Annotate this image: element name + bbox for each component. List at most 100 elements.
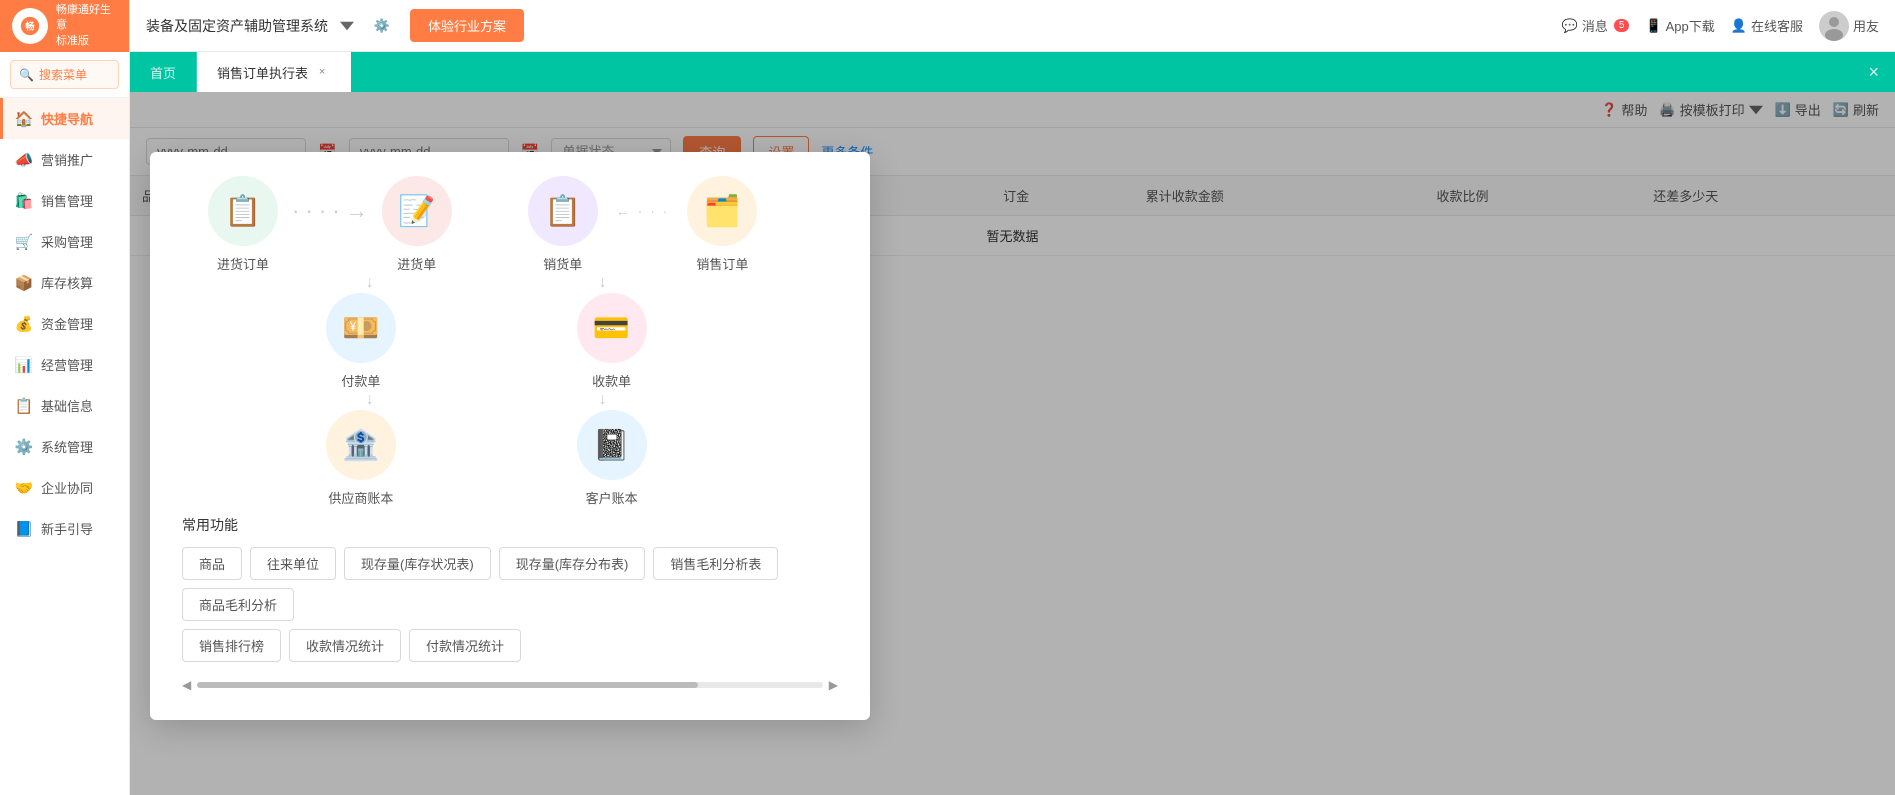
modal-body: 📋 进货订单 · · · · → 📝: [150, 152, 870, 720]
supplier-ledger-label: 供应商账本: [328, 488, 393, 507]
sidebar-item-system[interactable]: ⚙️ 系统管理: [0, 426, 129, 467]
flow-modal: 📋 进货订单 · · · · → 📝: [150, 152, 870, 720]
customer-ledger-circle: 📓: [577, 410, 647, 480]
sidebar-item-marketing-label: 营销推广: [41, 150, 93, 169]
sidebar-item-enterprise[interactable]: 🤝 企业协同: [0, 467, 129, 508]
customer-ledger-label: 客户账本: [586, 488, 638, 507]
func-btn-units[interactable]: 往来单位: [250, 547, 336, 580]
tab-close-icon[interactable]: ×: [314, 64, 330, 80]
online-service-button[interactable]: 👤 在线客服: [1731, 16, 1803, 35]
app-download-label: App下载: [1666, 16, 1715, 35]
payment-node: 💴 付款单: [326, 293, 396, 390]
customer-ledger-node: 📓 客户账本: [577, 410, 647, 507]
topbar-right: 💬 消息 5 📱 App下载 👤 在线客服 用友: [1562, 11, 1879, 41]
func-btn-sales-rank[interactable]: 销售排行榜: [182, 629, 281, 662]
marketing-icon: 📣: [15, 151, 33, 169]
search-menu-label: 搜索菜单: [39, 66, 87, 83]
download-icon: 📱: [1645, 18, 1661, 34]
sidebar-item-newbie-label: 新手引导: [41, 519, 93, 538]
modal-overlay: 📋 进货订单 · · · · → 📝: [130, 92, 1895, 795]
sidebar-item-basic[interactable]: 📋 基础信息: [0, 385, 129, 426]
user-label: 用友: [1853, 16, 1879, 35]
scroll-right-icon[interactable]: ▶: [829, 678, 838, 692]
purchase-order-label: 进货订单: [217, 254, 269, 273]
finance-icon: 💰: [15, 315, 33, 333]
sidebar-search[interactable]: 🔍 搜索菜单: [0, 52, 129, 98]
purchase-bill-node: 📝 进货单: [382, 176, 452, 273]
content-area: ❓ 帮助 🖨️ 按模板打印 ⬇️ 导出 🔄 刷新: [130, 92, 1895, 795]
common-functions: 常用功能 商品 往来单位 现存量(库存状况表) 现存量(库存分布表) 销售毛利分…: [182, 515, 838, 662]
sidebar-item-operation-label: 经营管理: [41, 355, 93, 374]
search-icon: 🔍: [19, 68, 34, 82]
func-btn-goods-margin[interactable]: 商品毛利分析: [182, 588, 294, 621]
user-area[interactable]: 用友: [1819, 11, 1879, 41]
message-icon: 💬: [1562, 18, 1578, 34]
service-icon: 👤: [1731, 18, 1747, 34]
cta-button[interactable]: 体验行业方案: [410, 9, 524, 42]
basic-icon: 📋: [15, 397, 33, 415]
sales-icon: 🛍️: [15, 192, 33, 210]
sidebar-item-inventory[interactable]: 📦 库存核算: [0, 262, 129, 303]
topbar: 装备及固定资产辅助管理系统 ⚙️ 体验行业方案 💬 消息 5 📱 App下载 👤: [130, 0, 1895, 52]
system-icon: ⚙️: [15, 438, 33, 456]
supplier-ledger-node: 🏦 供应商账本: [326, 410, 396, 507]
modal-scrollbar: ◀ ▶: [182, 670, 838, 704]
func-btn-goods[interactable]: 商品: [182, 547, 242, 580]
sidebar-item-marketing[interactable]: 📣 营销推广: [0, 139, 129, 180]
message-button[interactable]: 💬 消息 5: [1562, 16, 1630, 35]
payment-label: 付款单: [341, 371, 380, 390]
payment-circle: 💴: [326, 293, 396, 363]
scrollbar-track: [197, 682, 823, 688]
sidebar-item-inventory-label: 库存核算: [41, 273, 93, 292]
enterprise-icon: 🤝: [15, 479, 33, 497]
sidebar-item-purchase[interactable]: 🛒 采购管理: [0, 221, 129, 262]
sidebar-item-operation[interactable]: 📊 经营管理: [0, 344, 129, 385]
sales-order-label: 销售订单: [696, 254, 748, 273]
sidebar: 畅 畅康通好生意 标准版 🔍 搜索菜单 🏠 快捷导航 📣 营销推广: [0, 0, 130, 795]
system-dropdown[interactable]: [340, 19, 354, 33]
tab-home[interactable]: 首页: [130, 52, 197, 92]
tabbar: 首页 销售订单执行表 × ×: [130, 52, 1895, 92]
system-title: 装备及固定资产辅助管理系统: [146, 16, 328, 36]
purchase-icon: 🛒: [15, 233, 33, 251]
func-btn-payment-stats[interactable]: 付款情况统计: [409, 629, 521, 662]
tab-sales-execution[interactable]: 销售订单执行表 ×: [197, 52, 351, 92]
receipt-label: 收款单: [592, 371, 631, 390]
tabbar-close-button[interactable]: ×: [1852, 52, 1895, 92]
receipt-circle: 💳: [577, 293, 647, 363]
search-menu-button[interactable]: 🔍 搜索菜单: [10, 60, 119, 89]
receipt-node: 💳 收款单: [577, 293, 647, 390]
function-btns-row2: 销售排行榜 收款情况统计 付款情况统计: [182, 629, 838, 662]
sidebar-item-quick[interactable]: 🏠 快捷导航: [0, 98, 129, 139]
svg-text:畅: 畅: [25, 21, 34, 32]
logo-text: 畅康通好生意 标准版: [56, 3, 117, 49]
main-area: 装备及固定资产辅助管理系统 ⚙️ 体验行业方案 💬 消息 5 📱 App下载 👤: [130, 0, 1895, 795]
func-btn-inventory-status[interactable]: 现存量(库存状况表): [344, 547, 491, 580]
app-download-button[interactable]: 📱 App下载: [1645, 16, 1714, 35]
dashed-arrow: ← · · ·: [616, 203, 670, 219]
sales-order-circle: 🗂️: [687, 176, 757, 246]
purchase-bill-circle: 📝: [382, 176, 452, 246]
func-btn-sales-margin[interactable]: 销售毛利分析表: [653, 547, 778, 580]
purchase-order-node: 📋 进货订单: [208, 176, 278, 273]
purchase-order-circle: 📋: [208, 176, 278, 246]
sidebar-item-sales-label: 销售管理: [41, 191, 93, 210]
common-functions-title: 常用功能: [182, 515, 838, 535]
purchase-bill-label: 进货单: [397, 254, 436, 273]
sidebar-item-sales[interactable]: 🛍️ 销售管理: [0, 180, 129, 221]
sidebar-item-enterprise-label: 企业协同: [41, 478, 93, 497]
settings-icon[interactable]: ⚙️: [366, 10, 398, 42]
newbie-icon: 📘: [15, 520, 33, 538]
scrollbar-thumb: [197, 682, 697, 688]
scroll-left-icon[interactable]: ◀: [182, 678, 191, 692]
function-btns-row1: 商品 往来单位 现存量(库存状况表) 现存量(库存分布表) 销售毛利分析表 商品…: [182, 547, 838, 621]
func-btn-inventory-dist[interactable]: 现存量(库存分布表): [499, 547, 646, 580]
sidebar-item-finance[interactable]: 💰 资金管理: [0, 303, 129, 344]
sales-bill-label: 销货单: [543, 254, 582, 273]
sidebar-item-newbie[interactable]: 📘 新手引导: [0, 508, 129, 549]
func-btn-receipt-stats[interactable]: 收款情况统计: [289, 629, 401, 662]
inventory-icon: 📦: [15, 274, 33, 292]
sidebar-item-basic-label: 基础信息: [41, 396, 93, 415]
tab-sales-label: 销售订单执行表: [217, 63, 308, 82]
supplier-ledger-circle: 🏦: [326, 410, 396, 480]
